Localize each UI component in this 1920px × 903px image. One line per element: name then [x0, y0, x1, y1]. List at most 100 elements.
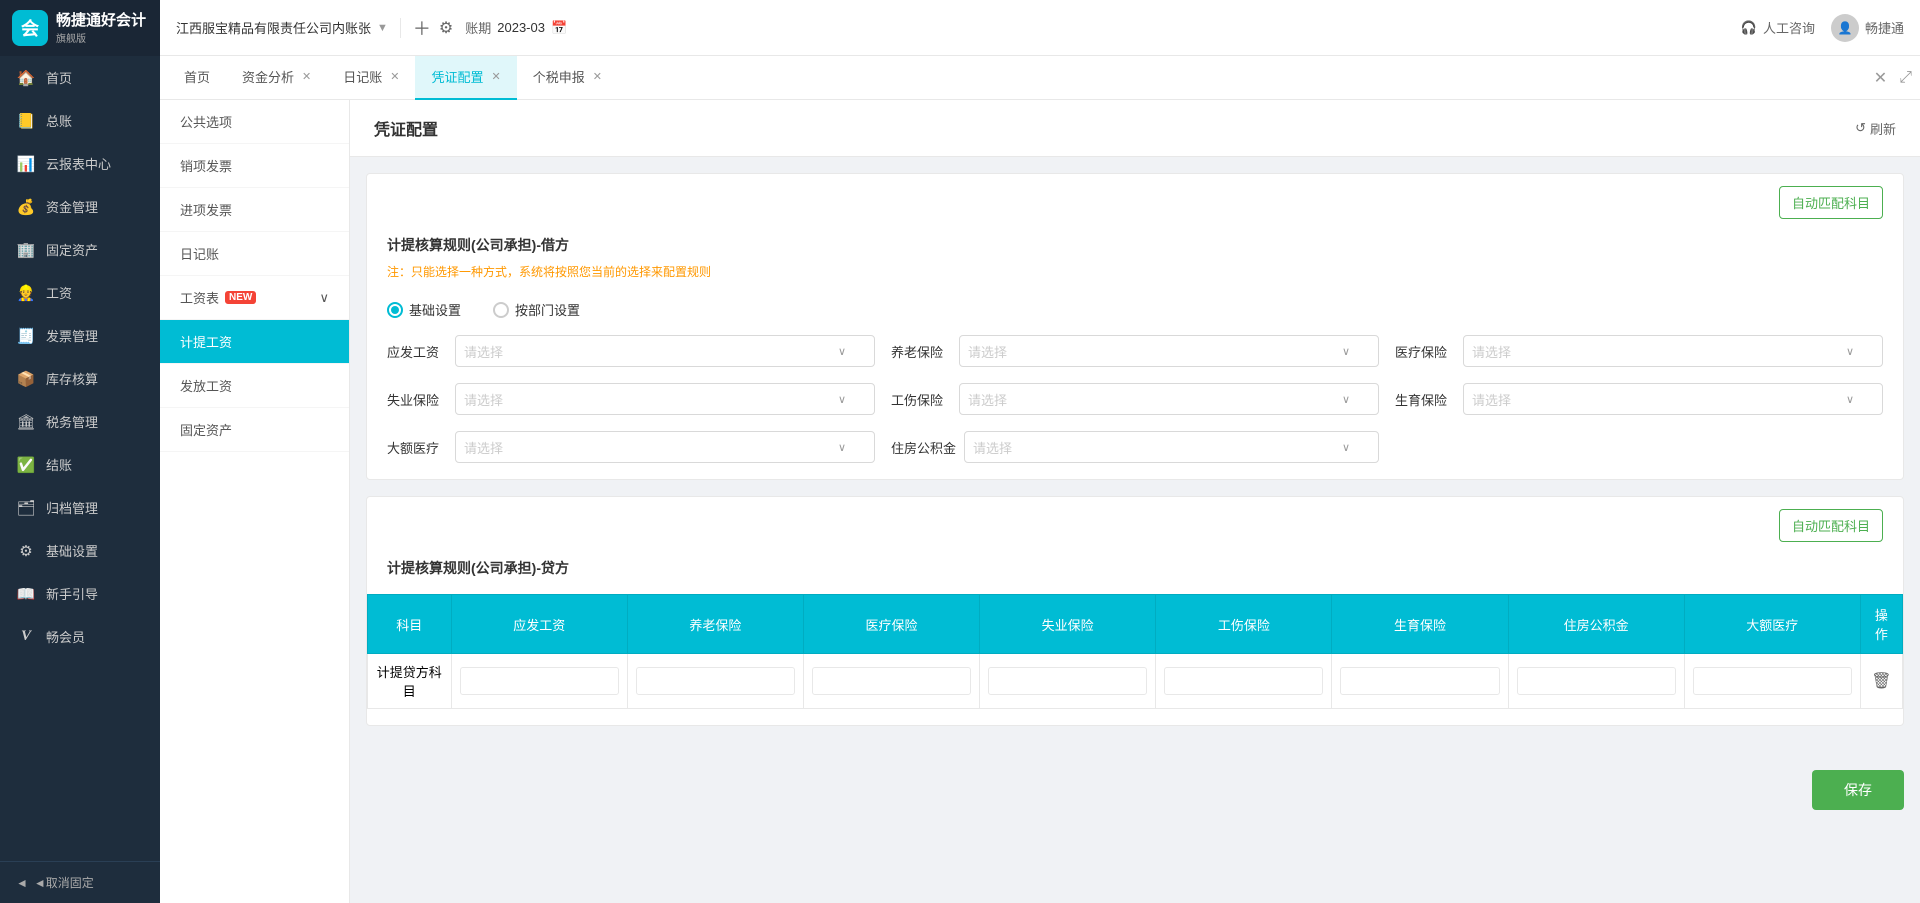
archive-icon: 🗂 [16, 499, 36, 517]
sidebar-item-settings[interactable]: ⚙ 基础设置 [0, 529, 160, 572]
refresh-button[interactable]: ↺ 刷新 [1855, 119, 1896, 138]
tab-funds-label: 资金分析 [242, 67, 294, 86]
radio-dept-label: 按部门设置 [515, 300, 580, 319]
input-sybx2[interactable] [1340, 667, 1499, 695]
content-wrapper: 公共选项 销项发票 进项发票 日记账 工资表 NEW ∨ 计提工资 [160, 100, 1920, 903]
td-gsbx-input[interactable] [1156, 654, 1332, 709]
settlement-icon: ✅ [16, 456, 36, 474]
sidebar-item-guide[interactable]: 📖 新手引导 [0, 572, 160, 615]
tab-voucher[interactable]: 凭证配置 ✕ [415, 56, 516, 100]
label-yfgz: 应发工资 [387, 342, 447, 361]
form-row-deyly: 大额医疗 请选择 ∨ [387, 431, 875, 463]
sidebar-label-reports: 云报表中心 [46, 154, 111, 173]
sidebar: 会 畅捷通好会计 旗舰版 🏠 首页 📒 总账 📊 云报表中心 💰 资金管理 🏢 … [0, 0, 160, 903]
tab-tax-close[interactable]: ✕ [593, 70, 602, 83]
select-sybx2[interactable]: 请选择 ∨ [1463, 383, 1883, 415]
td-deyly-input[interactable] [1684, 654, 1860, 709]
period-selector[interactable]: 账期 2023-03 📅 [465, 18, 567, 37]
label-zfgjj: 住房公积金 [891, 438, 956, 457]
sidebar-label-assets: 固定资产 [46, 240, 98, 259]
td-sybx2-input[interactable] [1332, 654, 1508, 709]
save-button[interactable]: 保存 [1812, 770, 1904, 810]
td-yfgz-input[interactable] [451, 654, 627, 709]
td-zfgjj-input[interactable] [1508, 654, 1684, 709]
left-nav-journal-label: 日记账 [180, 247, 219, 262]
td-ylbx2-input[interactable] [803, 654, 979, 709]
tab-voucher-close[interactable]: ✕ [492, 70, 501, 83]
form-row-ylbx2: 医疗保险 请选择 ∨ [1395, 335, 1883, 367]
left-nav-salary-table[interactable]: 工资表 NEW ∨ [160, 276, 349, 320]
tab-funds[interactable]: 资金分析 ✕ [226, 56, 327, 100]
radio-group: 基础设置 按部门设置 [367, 300, 1903, 319]
sidebar-label-invoices: 发票管理 [46, 326, 98, 345]
select-gsbx[interactable]: 请选择 ∨ [959, 383, 1379, 415]
select-zfgjj[interactable]: 请选择 ∨ [964, 431, 1379, 463]
sidebar-item-wages[interactable]: 👷 工资 [0, 271, 160, 314]
debit-section-note: 注：只能选择一种方式，系统将按照您当前的选择来配置规则 [387, 263, 1883, 280]
th-sybx2: 生育保险 [1332, 595, 1508, 654]
tab-journal-close[interactable]: ✕ [390, 70, 399, 83]
tab-journal[interactable]: 日记账 ✕ [327, 56, 415, 100]
page-header: 凭证配置 ↺ 刷新 [350, 100, 1920, 157]
select-ylbx2[interactable]: 请选择 ∨ [1463, 335, 1883, 367]
left-nav-public[interactable]: 公共选项 [160, 100, 349, 144]
left-nav-fixed-assets[interactable]: 固定资产 [160, 408, 349, 452]
sidebar-item-ledger[interactable]: 📒 总账 [0, 99, 160, 142]
sidebar-item-member[interactable]: V 畅会员 [0, 615, 160, 658]
debit-auto-match-button[interactable]: 自动匹配科目 [1779, 186, 1883, 219]
sidebar-item-archive[interactable]: 🗂 归档管理 [0, 486, 160, 529]
input-ylbx2[interactable] [812, 667, 971, 695]
sidebar-label-funds: 资金管理 [46, 197, 98, 216]
user-menu[interactable]: 👤 畅捷通 [1831, 14, 1904, 42]
sidebar-label-archive: 归档管理 [46, 498, 98, 517]
td-ylbx-input[interactable] [627, 654, 803, 709]
credit-auto-match-button[interactable]: 自动匹配科目 [1779, 509, 1883, 542]
input-yfgz[interactable] [460, 667, 619, 695]
radio-basic[interactable]: 基础设置 [387, 300, 461, 319]
tab-home[interactable]: 首页 [168, 56, 226, 100]
left-nav-accrual[interactable]: 计提工资 [160, 320, 349, 364]
sidebar-item-inventory[interactable]: 📦 库存核算 [0, 357, 160, 400]
app-logo-icon: 会 [12, 10, 48, 46]
left-nav-purchase[interactable]: 进项发票 [160, 188, 349, 232]
select-sybx[interactable]: 请选择 ∨ [455, 383, 875, 415]
left-nav-journal[interactable]: 日记账 [160, 232, 349, 276]
cancel-pin-button[interactable]: ◄ ◄取消固定 [0, 861, 160, 903]
topbar-settings-icon[interactable]: ⚙ [439, 18, 453, 38]
sidebar-item-assets[interactable]: 🏢 固定资产 [0, 228, 160, 271]
tab-voucher-label: 凭证配置 [431, 67, 483, 86]
main-content: 凭证配置 ↺ 刷新 自动匹配科目 计提核算规则(公司承担)-借方 注：只能选择一… [350, 100, 1920, 903]
select-deyly[interactable]: 请选择 ∨ [455, 431, 875, 463]
tab-funds-close[interactable]: ✕ [302, 70, 311, 83]
salary-table-label-group: 工资表 NEW [180, 288, 256, 307]
calendar-icon[interactable]: 📅 [551, 20, 567, 36]
sidebar-item-reports[interactable]: 📊 云报表中心 [0, 142, 160, 185]
left-nav-sales[interactable]: 销项发票 [160, 144, 349, 188]
sidebar-label-home: 首页 [46, 68, 72, 87]
radio-dept[interactable]: 按部门设置 [493, 300, 580, 319]
sidebar-item-settlement[interactable]: ✅ 结账 [0, 443, 160, 486]
sidebar-item-funds[interactable]: 💰 资金管理 [0, 185, 160, 228]
select-ylbx[interactable]: 请选择 ∨ [959, 335, 1379, 367]
company-selector[interactable]: 江西服宝精品有限责任公司内账张 ▼ [176, 18, 388, 37]
input-gsbx[interactable] [1164, 667, 1323, 695]
select-ylbx2-placeholder: 请选择 [1472, 342, 1511, 361]
sidebar-item-home[interactable]: 🏠 首页 [0, 56, 160, 99]
delete-row-button[interactable]: 🗑 [1871, 673, 1891, 690]
sidebar-item-invoices[interactable]: 🧾 发票管理 [0, 314, 160, 357]
expand-icon[interactable]: ⤢ [1899, 69, 1912, 87]
add-button[interactable]: ＋ [413, 15, 431, 41]
sidebar-nav: 🏠 首页 📒 总账 📊 云报表中心 💰 资金管理 🏢 固定资产 👷 工资 🧾 发… [0, 56, 160, 861]
input-sybx[interactable] [988, 667, 1147, 695]
select-yfgz[interactable]: 请选择 ∨ [455, 335, 875, 367]
left-nav-pay[interactable]: 发放工资 [160, 364, 349, 408]
tab-tax[interactable]: 个税申报 ✕ [517, 56, 618, 100]
input-ylbx[interactable] [636, 667, 795, 695]
input-deyly[interactable] [1693, 667, 1852, 695]
service-label: 人工咨询 [1763, 18, 1815, 37]
service-button[interactable]: 🎧 人工咨询 [1741, 18, 1815, 37]
input-zfgjj[interactable] [1517, 667, 1676, 695]
close-tab-icon[interactable]: ✕ [1874, 68, 1887, 88]
sidebar-item-tax[interactable]: 🏛 税务管理 [0, 400, 160, 443]
td-sybx-input[interactable] [980, 654, 1156, 709]
